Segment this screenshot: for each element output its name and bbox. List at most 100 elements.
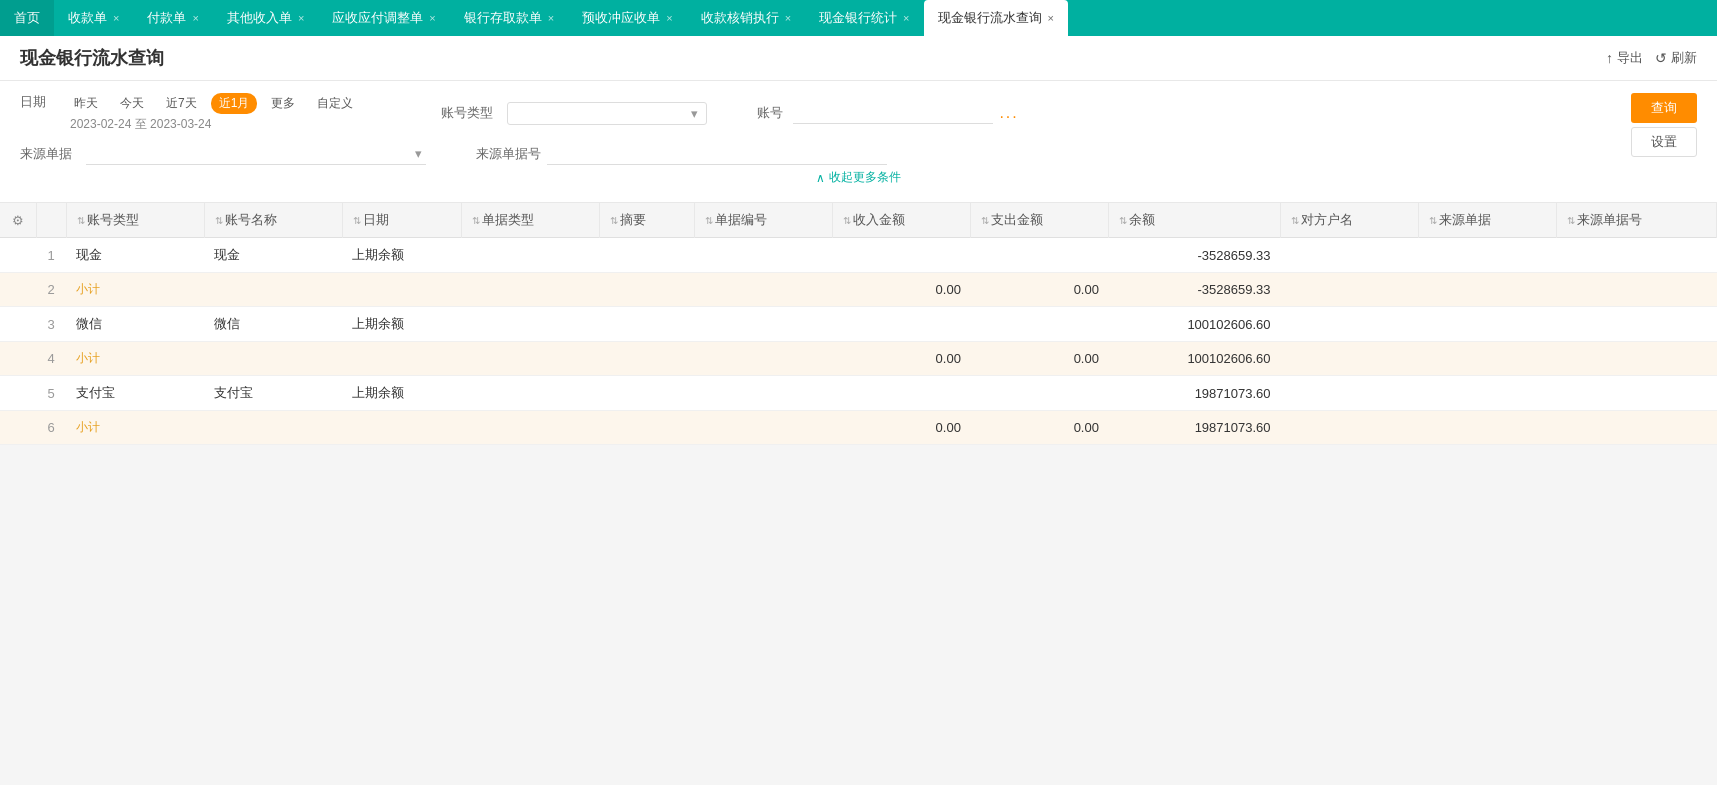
- nav-item-收款核销执行[interactable]: 收款核销执行×: [687, 0, 805, 36]
- table-row: 5支付宝支付宝上期余额19871073.60: [0, 376, 1717, 411]
- close-icon[interactable]: ×: [785, 12, 791, 24]
- cell-income: [833, 238, 971, 273]
- close-icon[interactable]: ×: [429, 12, 435, 24]
- cell-source-doc-no: [1557, 238, 1717, 273]
- sort-arrows-icon: ⇅: [215, 215, 223, 226]
- table-row: 6小计0.000.0019871073.60: [0, 411, 1717, 445]
- close-icon[interactable]: ×: [903, 12, 909, 24]
- sort-arrows-icon: ⇅: [353, 215, 361, 226]
- cell-date: [342, 342, 462, 376]
- date-btn-更多[interactable]: 更多: [263, 93, 303, 114]
- account-ellipsis-button[interactable]: ...: [999, 104, 1018, 122]
- nav-item-首页[interactable]: 首页: [0, 0, 54, 36]
- close-icon[interactable]: ×: [666, 12, 672, 24]
- nav-item-现金银行统计[interactable]: 现金银行统计×: [805, 0, 923, 36]
- col-header-counterpart[interactable]: ⇅对方户名: [1281, 203, 1419, 238]
- col-header-income[interactable]: ⇅收入金额: [833, 203, 971, 238]
- cell-date: [342, 273, 462, 307]
- cell-summary: [600, 238, 695, 273]
- close-icon[interactable]: ×: [192, 12, 198, 24]
- cell-doc-no: [695, 238, 833, 273]
- row-settings: [0, 238, 36, 273]
- cell-balance: 19871073.60: [1109, 376, 1281, 411]
- nav-item-收款单[interactable]: 收款单×: [54, 0, 133, 36]
- col-header-doc_no[interactable]: ⇅单据编号: [695, 203, 833, 238]
- cell-counterpart: [1281, 307, 1419, 342]
- table-body: 1现金现金上期余额-3528659.332小计0.000.00-3528659.…: [0, 238, 1717, 445]
- col-header-balance[interactable]: ⇅余额: [1109, 203, 1281, 238]
- source-doc-chevron-icon: ▾: [415, 146, 422, 161]
- nav-item-现金银行流水查询[interactable]: 现金银行流水查询×: [924, 0, 1068, 36]
- cell-expense: [971, 307, 1109, 342]
- date-btn-昨天[interactable]: 昨天: [66, 93, 106, 114]
- close-icon[interactable]: ×: [548, 12, 554, 24]
- row-number: 3: [36, 307, 66, 342]
- cell-source-doc: [1419, 273, 1557, 307]
- close-icon[interactable]: ×: [1048, 12, 1054, 24]
- source-doc-no-input[interactable]: [547, 143, 887, 165]
- collapse-bar[interactable]: ∧ 收起更多条件: [20, 165, 1697, 190]
- row-settings: [0, 411, 36, 445]
- cell-source-doc-no: [1557, 411, 1717, 445]
- sort-arrows-icon: ⇅: [610, 215, 618, 226]
- nav-item-预收冲应收单[interactable]: 预收冲应收单×: [568, 0, 686, 36]
- col-header-date[interactable]: ⇅日期: [342, 203, 462, 238]
- source-doc-select[interactable]: ▾: [86, 143, 426, 165]
- table-row: 1现金现金上期余额-3528659.33: [0, 238, 1717, 273]
- date-btn-今天[interactable]: 今天: [112, 93, 152, 114]
- cell-date: [342, 411, 462, 445]
- settings-button[interactable]: 设置: [1631, 127, 1697, 157]
- collapse-up-icon: ∧: [816, 171, 825, 185]
- col-header-expense[interactable]: ⇅支出金额: [971, 203, 1109, 238]
- cell-account-type: 小计: [66, 411, 204, 445]
- cell-account-name: [204, 411, 342, 445]
- nav-item-应收应付调整单[interactable]: 应收应付调整单×: [318, 0, 449, 36]
- cell-balance: -3528659.33: [1109, 273, 1281, 307]
- account-type-chevron-icon: ▾: [691, 106, 698, 121]
- col-header-source_doc_no[interactable]: ⇅来源单据号: [1557, 203, 1717, 238]
- col-header-summary[interactable]: ⇅摘要: [600, 203, 695, 238]
- cell-source-doc: [1419, 238, 1557, 273]
- date-range: 2023-02-24 至 2023-03-24: [70, 116, 361, 133]
- cell-source-doc: [1419, 307, 1557, 342]
- cell-doc-no: [695, 307, 833, 342]
- gear-icon[interactable]: ⚙: [12, 213, 24, 228]
- query-button[interactable]: 查询: [1631, 93, 1697, 123]
- col-header-account_name[interactable]: ⇅账号名称: [204, 203, 342, 238]
- cell-counterpart: [1281, 273, 1419, 307]
- sort-arrows-icon: ⇅: [843, 215, 851, 226]
- close-icon[interactable]: ×: [113, 12, 119, 24]
- close-icon[interactable]: ×: [298, 12, 304, 24]
- account-input[interactable]: [793, 102, 993, 124]
- cell-doc-type: [462, 342, 600, 376]
- account-type-label: 账号类型: [441, 104, 501, 122]
- date-btn-近7天[interactable]: 近7天: [158, 93, 205, 114]
- cell-account-type: 小计: [66, 273, 204, 307]
- col-header-doc_type[interactable]: ⇅单据类型: [462, 203, 600, 238]
- cell-balance: 100102606.60: [1109, 307, 1281, 342]
- nav-item-其他收入单[interactable]: 其他收入单×: [213, 0, 318, 36]
- table-container: ⚙ ⇅账号类型⇅账号名称⇅日期⇅单据类型⇅摘要⇅单据编号⇅收入金额⇅支出金额⇅余额…: [0, 203, 1717, 445]
- cell-date: 上期余额: [342, 238, 462, 273]
- col-header-source_doc[interactable]: ⇅来源单据: [1419, 203, 1557, 238]
- cell-date: 上期余额: [342, 376, 462, 411]
- account-label: 账号: [757, 104, 787, 122]
- nav-item-付款单[interactable]: 付款单×: [133, 0, 212, 36]
- account-type-select[interactable]: ▾: [507, 102, 707, 125]
- cell-expense: 0.00: [971, 411, 1109, 445]
- refresh-icon: ↺: [1655, 50, 1667, 66]
- table-row: 2小计0.000.00-3528659.33: [0, 273, 1717, 307]
- date-btn-自定义[interactable]: 自定义: [309, 93, 361, 114]
- col-header-account_type[interactable]: ⇅账号类型: [66, 203, 204, 238]
- sort-arrows-icon: ⇅: [1429, 215, 1437, 226]
- filter-area: 日期 昨天今天近7天近1月更多自定义 2023-02-24 至 2023-03-…: [0, 81, 1717, 203]
- cell-income: 0.00: [833, 411, 971, 445]
- cell-doc-no: [695, 376, 833, 411]
- nav-item-银行存取款单[interactable]: 银行存取款单×: [450, 0, 568, 36]
- date-btn-近1月[interactable]: 近1月: [211, 93, 258, 114]
- refresh-button[interactable]: ↺ 刷新: [1655, 49, 1697, 67]
- cell-source-doc-no: [1557, 342, 1717, 376]
- table-row: 3微信微信上期余额100102606.60: [0, 307, 1717, 342]
- export-button[interactable]: ↑ 导出: [1606, 49, 1643, 67]
- cell-counterpart: [1281, 411, 1419, 445]
